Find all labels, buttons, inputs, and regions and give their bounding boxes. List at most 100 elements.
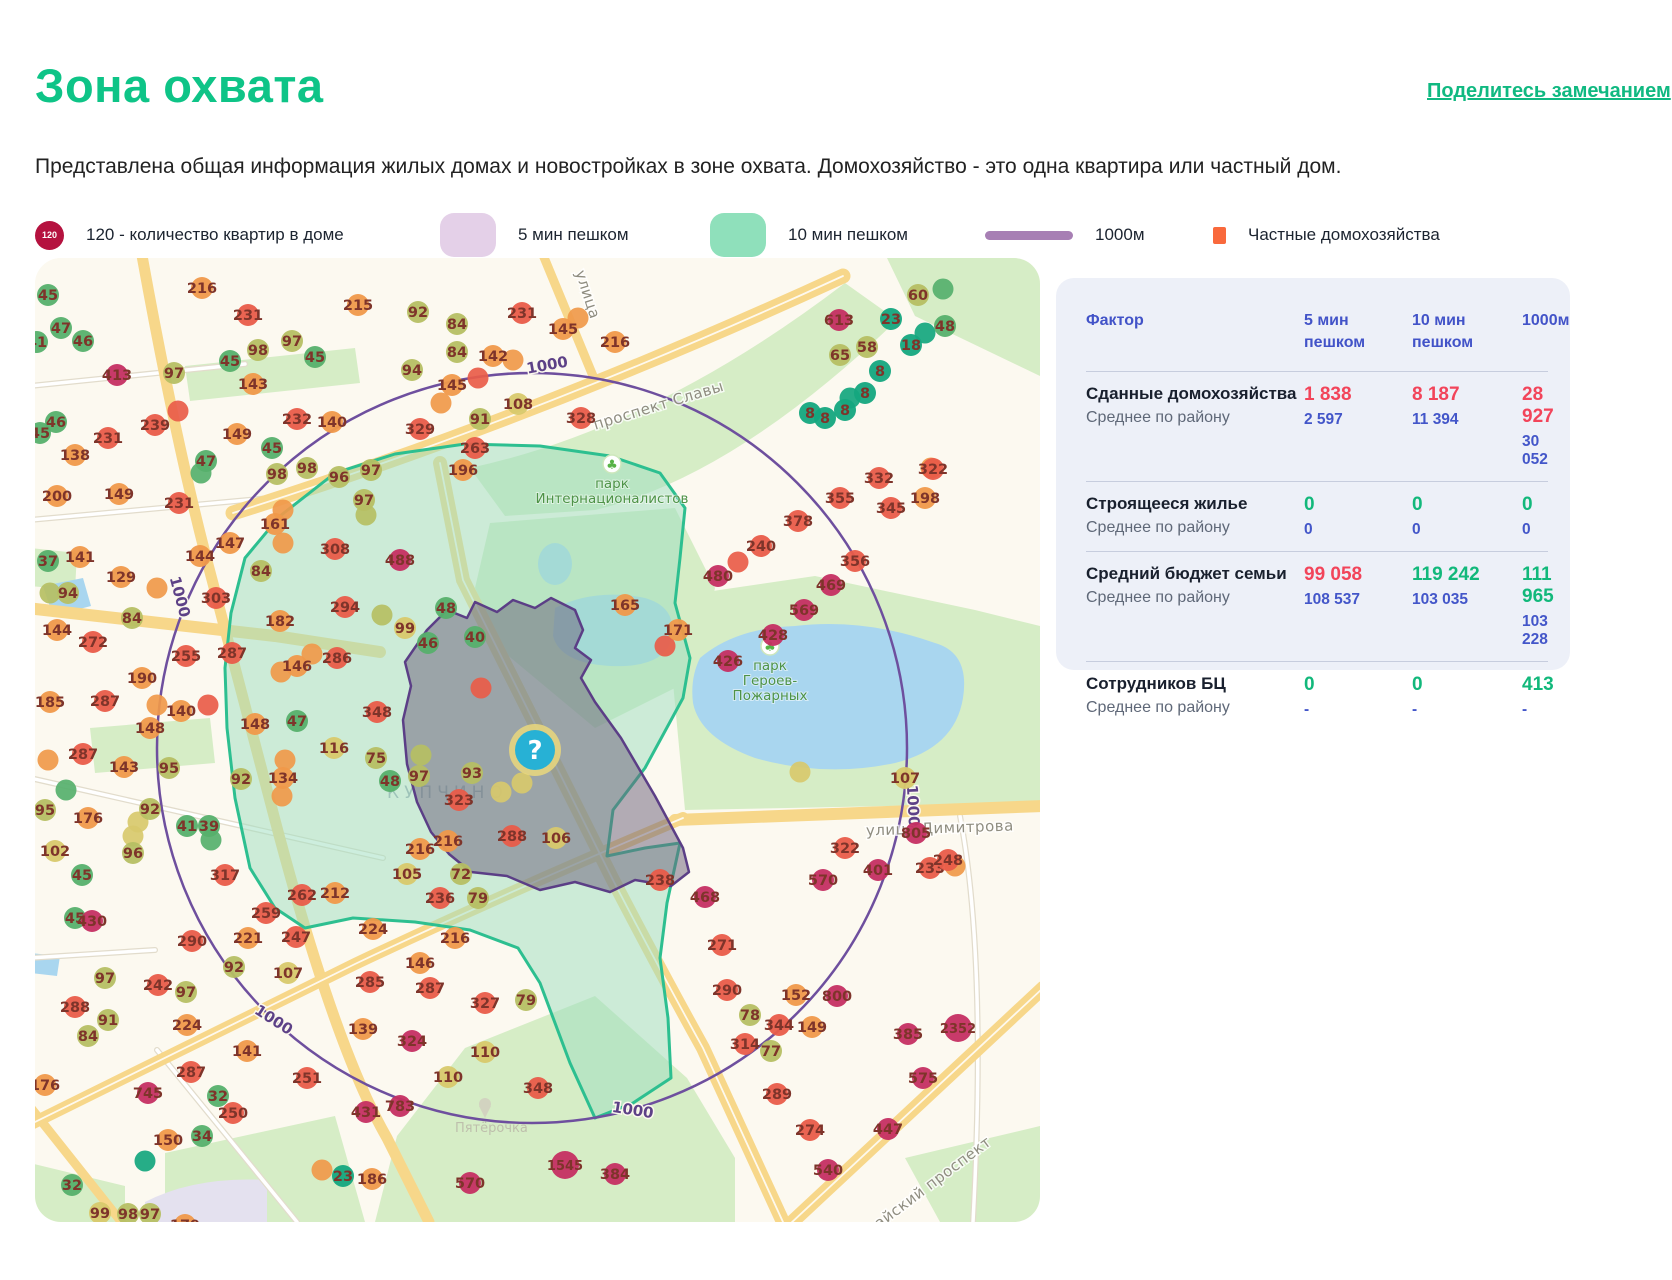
map-dot[interactable]: 288 xyxy=(60,996,90,1018)
map-dot[interactable]: 198 xyxy=(910,487,940,509)
map-dot[interactable]: 329 xyxy=(405,418,435,440)
map-dot[interactable]: 149 xyxy=(222,423,252,445)
map-dot[interactable]: 185 xyxy=(35,691,65,713)
map-dot[interactable]: 102 xyxy=(40,840,70,862)
map-dot[interactable]: 196 xyxy=(448,459,478,481)
map-dot[interactable]: 327 xyxy=(470,992,500,1014)
map-dot[interactable] xyxy=(312,1160,333,1181)
map-dot[interactable]: 231 xyxy=(93,427,123,449)
map-dot[interactable]: 23 xyxy=(332,1165,354,1187)
map-dot[interactable]: 143 xyxy=(109,756,139,778)
map-dot[interactable]: 91 xyxy=(469,408,491,430)
map-dot[interactable]: 75 xyxy=(365,747,387,769)
map-dot[interactable]: 231 xyxy=(164,492,194,514)
map-dot[interactable]: 147 xyxy=(215,532,245,554)
map-dot[interactable]: 426 xyxy=(713,650,743,672)
map-dot[interactable]: 356 xyxy=(840,550,870,572)
map-dot[interactable]: 97 xyxy=(94,967,116,989)
map-dot[interactable]: 129 xyxy=(106,566,136,588)
map-dot[interactable]: 146 xyxy=(405,952,435,974)
map-dot[interactable]: 47 xyxy=(50,317,72,339)
map-dot[interactable]: 468 xyxy=(690,886,720,908)
map-dot[interactable]: 314 xyxy=(730,1033,760,1055)
map-dot[interactable]: 84 xyxy=(446,313,468,335)
map-dot[interactable]: 212 xyxy=(320,882,350,904)
map-dot[interactable] xyxy=(135,1151,156,1172)
map-dot[interactable]: 287 xyxy=(176,1061,206,1083)
map-dot[interactable]: 98 xyxy=(266,463,288,485)
map-dot[interactable]: 324 xyxy=(397,1030,427,1052)
map-dot[interactable]: 570 xyxy=(455,1172,485,1194)
map-dot[interactable]: 48 xyxy=(934,315,956,337)
map-dot[interactable]: 215 xyxy=(343,294,373,316)
map-dot[interactable]: 255 xyxy=(171,645,201,667)
map-dot[interactable]: 287 xyxy=(68,743,98,765)
map-dot[interactable]: 171 xyxy=(663,619,693,641)
map-dot[interactable]: 37 xyxy=(37,550,59,572)
map-dot[interactable]: 84 xyxy=(121,607,143,629)
map-dot[interactable]: 79 xyxy=(467,887,489,909)
map-dot[interactable]: 152 xyxy=(781,984,811,1006)
map-dot[interactable]: 45 xyxy=(37,284,59,306)
map-dot[interactable]: 99 xyxy=(394,617,416,639)
map-dot[interactable]: 46 xyxy=(72,330,94,352)
map-dot[interactable]: 97 xyxy=(175,981,197,1003)
map-dot[interactable]: 32 xyxy=(207,1085,229,1107)
map-dot[interactable]: 8 xyxy=(834,399,856,421)
map-dot[interactable]: 8 xyxy=(869,360,891,382)
map-dot[interactable]: 430 xyxy=(77,910,107,932)
map-dot[interactable]: 317 xyxy=(210,864,240,886)
map-dot[interactable]: 401 xyxy=(863,859,893,881)
map-dot[interactable]: 45 xyxy=(71,864,93,886)
map-dot[interactable]: 98 xyxy=(247,339,269,361)
map-dot[interactable]: 800 xyxy=(822,985,852,1007)
map-dot[interactable]: 385 xyxy=(893,1023,923,1045)
map-dot[interactable]: 322 xyxy=(918,458,948,480)
map-dot[interactable]: 8 xyxy=(814,407,836,429)
map-dot[interactable]: 783 xyxy=(385,1095,415,1117)
map-dot[interactable]: 92 xyxy=(223,956,245,978)
map-dot[interactable]: 95 xyxy=(35,799,56,821)
map-dot[interactable]: 200 xyxy=(42,485,72,507)
map-dot[interactable]: 216 xyxy=(405,838,435,860)
map-dot[interactable]: 262 xyxy=(287,884,317,906)
map-dot[interactable]: 138 xyxy=(60,444,90,466)
map-dot[interactable]: 274 xyxy=(795,1119,825,1141)
map-dot[interactable] xyxy=(491,782,512,803)
coverage-map[interactable]: КУПЧИНО 10001000100010001000 проспект Сл… xyxy=(35,258,1040,1222)
map-dot[interactable]: 110 xyxy=(433,1066,463,1088)
map-dot[interactable]: 271 xyxy=(707,934,737,956)
center-pin[interactable]: ? xyxy=(509,724,561,776)
map-dot[interactable]: 239 xyxy=(140,414,170,436)
map-dot[interactable]: 242 xyxy=(143,974,173,996)
map-dot[interactable]: 570 xyxy=(808,869,838,891)
map-dot[interactable]: 231 xyxy=(507,302,537,324)
map-dot[interactable]: 145 xyxy=(548,318,578,340)
map-dot[interactable]: 97 xyxy=(163,362,185,384)
map-dot[interactable]: 303 xyxy=(201,587,231,609)
map-dot[interactable]: 144 xyxy=(42,619,72,641)
map-dot[interactable]: 613 xyxy=(824,309,854,331)
map-dot[interactable]: 34 xyxy=(191,1125,213,1147)
map-dot[interactable] xyxy=(168,401,189,422)
map-dot[interactable]: 182 xyxy=(265,610,295,632)
map-dot[interactable] xyxy=(38,750,59,771)
map-dot[interactable]: 41 xyxy=(35,331,48,353)
map-dot[interactable]: 216 xyxy=(433,830,463,852)
map-dot[interactable]: 250 xyxy=(218,1102,248,1124)
map-dot[interactable]: 745 xyxy=(133,1082,163,1104)
map-dot[interactable]: 78 xyxy=(739,1004,761,1026)
map-dot[interactable] xyxy=(790,762,811,783)
map-dot[interactable]: 140 xyxy=(166,700,196,722)
map-dot[interactable]: 480 xyxy=(703,565,733,587)
map-dot[interactable]: 145 xyxy=(437,374,467,396)
map-dot[interactable]: 384 xyxy=(600,1163,630,1185)
map-dot[interactable] xyxy=(512,773,533,794)
map-dot[interactable]: 332 xyxy=(864,467,894,489)
map-dot[interactable]: 45 xyxy=(261,437,283,459)
map-dot[interactable]: 23 xyxy=(880,308,902,330)
map-dot[interactable] xyxy=(468,368,489,389)
share-feedback-link[interactable]: Поделитесь замечанием xyxy=(1427,80,1671,103)
map-dot[interactable] xyxy=(372,605,393,626)
map-dot[interactable]: 47 xyxy=(195,450,217,472)
